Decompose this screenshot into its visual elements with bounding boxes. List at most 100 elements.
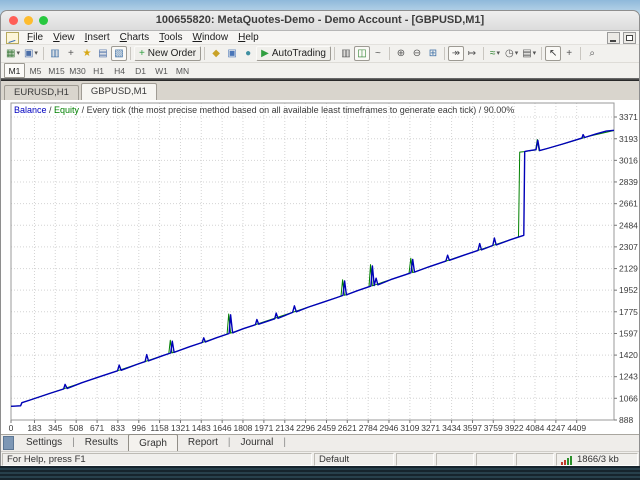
- svg-text:1483: 1483: [192, 423, 211, 433]
- market-watch-icon: ▥: [50, 47, 60, 59]
- strategy-tester-button[interactable]: ▧: [110, 46, 127, 61]
- menu-tools[interactable]: Tools: [154, 32, 187, 43]
- menu-charts[interactable]: Charts: [115, 32, 154, 43]
- navigator-button[interactable]: ★: [79, 46, 95, 61]
- svg-text:4084: 4084: [526, 423, 545, 433]
- tab-journal[interactable]: Journal: [231, 435, 284, 451]
- close-button[interactable]: [9, 16, 18, 25]
- svg-text:2134: 2134: [275, 423, 294, 433]
- chevron-down-icon[interactable]: ▾: [533, 50, 537, 57]
- status-empty-cell: [516, 453, 554, 466]
- chevron-down-icon[interactable]: ▾: [515, 50, 519, 57]
- zoom-out-icon: ⊖: [412, 47, 422, 59]
- svg-text:3434: 3434: [442, 423, 461, 433]
- graph-header: Balance / Equity / Every tick (the most …: [14, 105, 514, 115]
- chart-shift-button[interactable]: ↦: [464, 46, 480, 61]
- new-order-button[interactable]: + New Order: [133, 46, 202, 61]
- svg-text:3597: 3597: [463, 423, 482, 433]
- indicators-button[interactable]: ≈ ▾: [487, 46, 503, 61]
- line-chart-button[interactable]: ~: [370, 46, 386, 61]
- svg-text:3759: 3759: [484, 423, 503, 433]
- indicators-icon: ≈: [489, 47, 496, 59]
- status-traffic-text: 1866/3 kb: [577, 454, 619, 465]
- candlestick-chart-icon: ◫: [357, 47, 367, 59]
- autotrading-button[interactable]: ▶ AutoTrading: [256, 46, 331, 61]
- period-m1[interactable]: M1: [4, 63, 25, 78]
- svg-text:3371: 3371: [619, 112, 638, 122]
- svg-text:671: 671: [90, 423, 104, 433]
- templates-icon: ▤: [522, 47, 532, 59]
- svg-text:1243: 1243: [619, 372, 638, 382]
- terminal-button[interactable]: ▤: [95, 46, 111, 61]
- tab-graph[interactable]: Graph: [128, 434, 178, 451]
- candlestick-chart-button[interactable]: ◫: [353, 46, 370, 61]
- chevron-down-icon[interactable]: ▾: [16, 50, 20, 57]
- templates-button[interactable]: ▤ ▾: [520, 46, 538, 61]
- svg-text:833: 833: [111, 423, 125, 433]
- period-mn[interactable]: MN: [172, 63, 193, 78]
- svg-text:3109: 3109: [400, 423, 419, 433]
- bar-chart-button[interactable]: ▥: [338, 46, 354, 61]
- toolbar-separator: [388, 47, 390, 60]
- auto-scroll-button[interactable]: ↠: [447, 46, 464, 61]
- svg-text:2946: 2946: [380, 423, 399, 433]
- period-m5[interactable]: M5: [25, 63, 46, 78]
- cursor-button[interactable]: ↖: [545, 46, 562, 61]
- experts-button[interactable]: ▣: [224, 46, 240, 61]
- market-watch-button[interactable]: ▥: [47, 46, 63, 61]
- chevron-down-icon[interactable]: ▾: [34, 50, 38, 57]
- mdi-minimize-icon[interactable]: [607, 32, 620, 44]
- minimize-button[interactable]: [24, 16, 33, 25]
- period-m15[interactable]: M15: [46, 63, 67, 78]
- new-order-icon: +: [138, 47, 145, 59]
- svg-text:2129: 2129: [619, 264, 638, 274]
- metaeditor-button[interactable]: ◆: [208, 46, 224, 61]
- chart-tab-gbpusd-m1[interactable]: GBPUSD,M1: [80, 83, 157, 100]
- menu-view[interactable]: View: [48, 32, 80, 43]
- svg-text:1066: 1066: [619, 393, 638, 403]
- data-window-button[interactable]: +: [63, 46, 79, 61]
- period-w1[interactable]: W1: [151, 63, 172, 78]
- period-h4[interactable]: H4: [109, 63, 130, 78]
- period-d1[interactable]: D1: [130, 63, 151, 78]
- crosshair-button[interactable]: +: [561, 46, 577, 61]
- periods-icon: ◷: [504, 47, 514, 59]
- svg-text:1775: 1775: [619, 307, 638, 317]
- zoom-button[interactable]: [39, 16, 48, 25]
- menu-insert[interactable]: Insert: [80, 32, 115, 43]
- zoom-in-button[interactable]: ⊕: [393, 46, 409, 61]
- mdi-restore-icon[interactable]: [623, 32, 636, 44]
- periods-button[interactable]: ◷ ▾: [503, 46, 520, 61]
- chevron-down-icon[interactable]: ▾: [496, 50, 500, 57]
- options-button[interactable]: ●: [240, 46, 256, 61]
- tab-results[interactable]: Results: [75, 435, 128, 451]
- svg-text:2296: 2296: [296, 423, 315, 433]
- new-chart-button[interactable]: ▦ ▾: [4, 46, 22, 61]
- profiles-icon: ▣: [23, 47, 34, 59]
- toolbar-separator: [482, 47, 484, 60]
- chart-tab-eurusd-h1[interactable]: EURUSD,H1: [4, 85, 79, 100]
- title-bar: 100655820: MetaQuotes-Demo - Demo Accoun…: [1, 11, 639, 31]
- tester-graph: 0 183 345 508 671 833 996 1158 1321 1483 1646 1808 1…: [9, 102, 638, 433]
- graph-header-segment: /: [46, 105, 55, 115]
- profiles-button[interactable]: ▣ ▾: [22, 46, 40, 61]
- period-m30[interactable]: M30: [67, 63, 88, 78]
- menu-help[interactable]: Help: [233, 32, 264, 43]
- zoom-out-button[interactable]: ⊖: [409, 46, 425, 61]
- tab-report[interactable]: Report: [178, 435, 228, 451]
- menu-file[interactable]: File: [22, 32, 48, 43]
- new-chart-icon: ▦: [6, 47, 16, 59]
- toolbar-separator: [333, 47, 335, 60]
- svg-text:1158: 1158: [150, 423, 169, 433]
- tab-separator: |: [283, 437, 286, 448]
- chart-document-icon: [6, 31, 19, 44]
- tester-panel-icon: [3, 436, 14, 450]
- period-h1[interactable]: H1: [88, 63, 109, 78]
- auto-scroll-icon: ↠: [451, 47, 461, 59]
- menu-window[interactable]: Window: [187, 32, 233, 43]
- graph-header-segment: / Every tick (the most precise method ba…: [79, 105, 515, 115]
- tab-settings[interactable]: Settings: [16, 435, 72, 451]
- magnifier-button[interactable]: ⌕: [584, 46, 600, 61]
- tile-windows-button[interactable]: ⊞: [425, 46, 441, 61]
- data-window-icon: +: [68, 47, 74, 59]
